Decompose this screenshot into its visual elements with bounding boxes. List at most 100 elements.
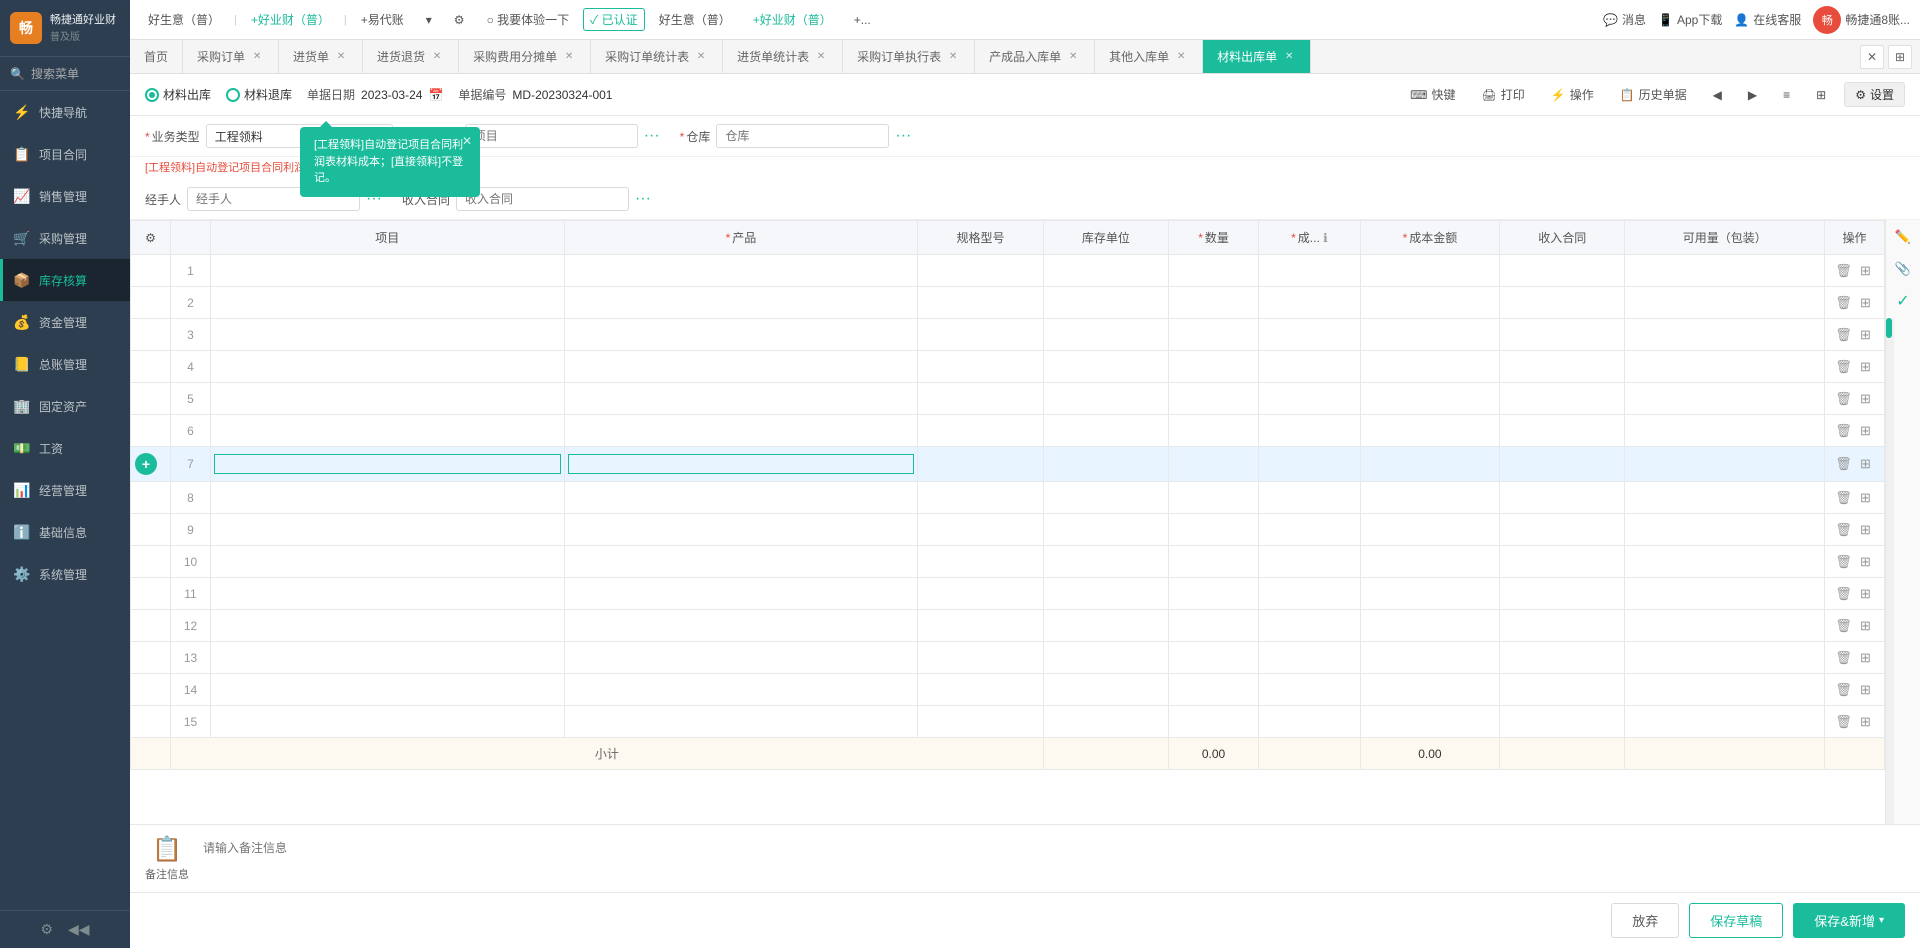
row-cost-2[interactable]	[1258, 287, 1360, 319]
row-cost-amount-2[interactable]	[1360, 287, 1499, 319]
row-qty-12[interactable]	[1169, 610, 1259, 642]
row-spec-active[interactable]	[918, 447, 1043, 482]
row-unit-9[interactable]	[1043, 514, 1168, 546]
sidebar-item-sales[interactable]: 📈 销售管理	[0, 175, 130, 217]
row-cost-15[interactable]	[1258, 706, 1360, 738]
active-row-product-input[interactable]	[569, 455, 914, 473]
row-project-5[interactable]	[211, 383, 565, 415]
row-available-11[interactable]	[1625, 578, 1825, 610]
row-cost-amount-3[interactable]	[1360, 319, 1499, 351]
copy-row-icon[interactable]: ⊞	[1857, 294, 1875, 312]
tab-close-icon[interactable]: ✕	[694, 50, 708, 64]
tab-close-icon[interactable]: ✕	[250, 50, 264, 64]
income-contract-dots[interactable]: ···	[635, 191, 651, 207]
row-available-3[interactable]	[1625, 319, 1825, 351]
copy-row-icon[interactable]: ⊞	[1857, 262, 1875, 280]
row-cost-amount-4[interactable]	[1360, 351, 1499, 383]
row-qty-3[interactable]	[1169, 319, 1259, 351]
sidebar-item-finance[interactable]: 💰 资金管理	[0, 301, 130, 343]
row-cost-14[interactable]	[1258, 674, 1360, 706]
sidebar-item-ops[interactable]: 📊 经营管理	[0, 469, 130, 511]
copy-row-icon[interactable]: ⊞	[1857, 521, 1875, 539]
row-unit-active[interactable]	[1043, 447, 1168, 482]
tab-purchase-stat[interactable]: 采购订单统计表 ✕	[591, 40, 723, 73]
row-project-13[interactable]	[211, 642, 565, 674]
row-qty-6[interactable]	[1169, 415, 1259, 447]
row-project-8[interactable]	[211, 482, 565, 514]
copy-row-icon[interactable]: ⊞	[1857, 489, 1875, 507]
warehouse-input[interactable]	[716, 124, 889, 148]
delete-row-icon[interactable]: 🗑	[1835, 262, 1853, 280]
row-unit-13[interactable]	[1043, 642, 1168, 674]
row-project-12[interactable]	[211, 610, 565, 642]
topbar-yidaizhang[interactable]: +易代账	[353, 7, 412, 32]
tab-purchase-order[interactable]: 采购订单 ✕	[183, 40, 279, 73]
row-cost-3[interactable]	[1258, 319, 1360, 351]
row-spec-13[interactable]	[918, 642, 1043, 674]
copy-row-icon[interactable]: ⊞	[1857, 553, 1875, 571]
row-available-12[interactable]	[1625, 610, 1825, 642]
row-available-13[interactable]	[1625, 642, 1825, 674]
row-spec-5[interactable]	[918, 383, 1043, 415]
row-unit-2[interactable]	[1043, 287, 1168, 319]
tab-home[interactable]: 首页	[130, 40, 183, 73]
row-qty-11[interactable]	[1169, 578, 1259, 610]
row-cost-8[interactable]	[1258, 482, 1360, 514]
row-income-15[interactable]	[1500, 706, 1625, 738]
row-spec-14[interactable]	[918, 674, 1043, 706]
sidebar-item-purchase[interactable]: 🛒 采购管理	[0, 217, 130, 259]
row-cost-6[interactable]	[1258, 415, 1360, 447]
row-product-2[interactable]	[564, 287, 918, 319]
row-income-9[interactable]	[1500, 514, 1625, 546]
row-income-14[interactable]	[1500, 674, 1625, 706]
row-available-active[interactable]	[1625, 447, 1825, 482]
row-spec-10[interactable]	[918, 546, 1043, 578]
copy-row-icon[interactable]: ⊞	[1857, 326, 1875, 344]
close-all-btn[interactable]: ✕	[1860, 45, 1884, 69]
topbar-experience[interactable]: ○ 我要体验一下	[479, 7, 578, 32]
row-available-2[interactable]	[1625, 287, 1825, 319]
row-unit-12[interactable]	[1043, 610, 1168, 642]
tab-purchase-split[interactable]: 采购费用分摊单 ✕	[459, 40, 591, 73]
user-area[interactable]: 畅 畅捷通8账...	[1813, 6, 1910, 34]
tab-receipt-stat[interactable]: 进货单统计表 ✕	[723, 40, 843, 73]
delete-row-icon[interactable]: 🗑	[1835, 713, 1853, 731]
right-scrollbar[interactable]	[1886, 318, 1894, 824]
topbar-online-service[interactable]: 👤 在线客服	[1734, 11, 1801, 28]
row-spec-6[interactable]	[918, 415, 1043, 447]
row-available-5[interactable]	[1625, 383, 1825, 415]
row-product-4[interactable]	[564, 351, 918, 383]
notes-textarea[interactable]	[199, 835, 1905, 875]
row-cost-active[interactable]	[1258, 447, 1360, 482]
row-cost-12[interactable]	[1258, 610, 1360, 642]
radio-material-return[interactable]: 材料退库	[226, 86, 292, 103]
sidebar-item-inventory[interactable]: 📦 库存核算	[0, 259, 130, 301]
row-unit-15[interactable]	[1043, 706, 1168, 738]
row-project-1[interactable]	[211, 255, 565, 287]
row-available-10[interactable]	[1625, 546, 1825, 578]
sidebar-item-salary[interactable]: 💵 工资	[0, 427, 130, 469]
row-available-15[interactable]	[1625, 706, 1825, 738]
tab-close-icon[interactable]: ✕	[1282, 50, 1296, 64]
row-qty-14[interactable]	[1169, 674, 1259, 706]
row-cost-amount-12[interactable]	[1360, 610, 1499, 642]
delete-row-icon[interactable]: 🗑	[1835, 422, 1853, 440]
row-qty-9[interactable]	[1169, 514, 1259, 546]
topbar-haoshengyi[interactable]: 好生意（普）	[140, 7, 228, 32]
list-view-btn[interactable]: ≡	[1775, 85, 1798, 105]
topbar-dropdown-btn[interactable]: ▾	[418, 9, 440, 31]
save-new-button[interactable]: 保存&新增 ▾	[1793, 903, 1905, 938]
row-product-14[interactable]	[564, 674, 918, 706]
sidebar-search[interactable]: 🔍 搜索菜单	[0, 57, 130, 91]
row-cost-1[interactable]	[1258, 255, 1360, 287]
operate-btn[interactable]: ⚡ 操作	[1543, 83, 1602, 106]
row-project-6[interactable]	[211, 415, 565, 447]
row-unit-11[interactable]	[1043, 578, 1168, 610]
topbar-more[interactable]: +...	[846, 9, 879, 31]
row-project-11[interactable]	[211, 578, 565, 610]
row-income-4[interactable]	[1500, 351, 1625, 383]
row-available-8[interactable]	[1625, 482, 1825, 514]
row-product-10[interactable]	[564, 546, 918, 578]
row-cost-amount-active[interactable]	[1360, 447, 1499, 482]
calendar-icon[interactable]: 📅	[428, 88, 443, 102]
